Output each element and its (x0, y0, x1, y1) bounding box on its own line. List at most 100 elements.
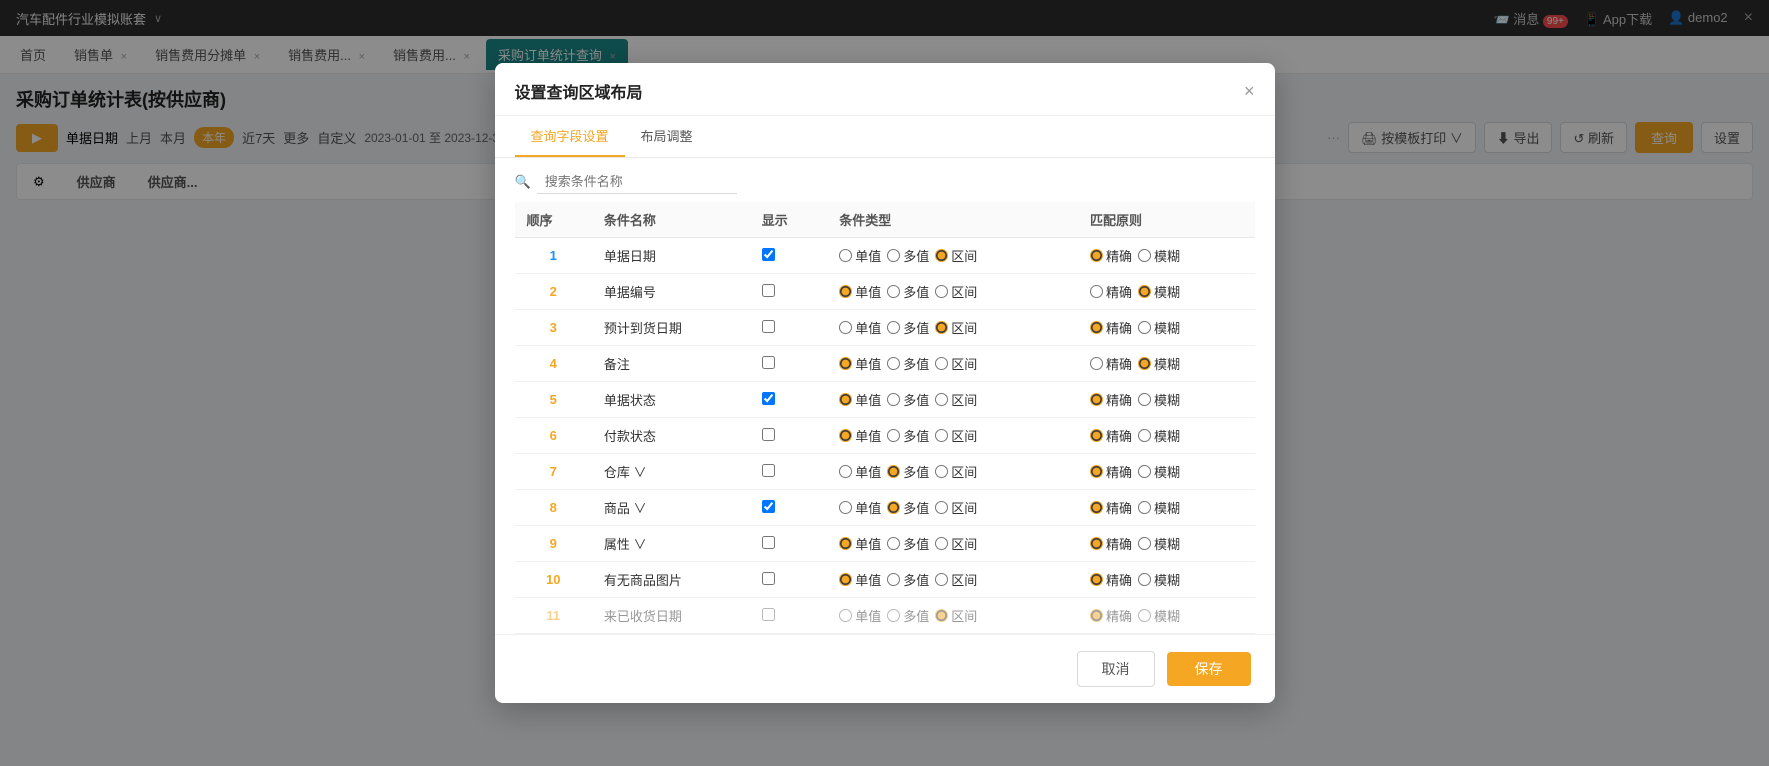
row-name-6: 仓库 ∨ (592, 454, 750, 490)
row-match-10: 精确模糊 (1078, 598, 1255, 634)
row-match-5: 精确模糊 (1078, 418, 1255, 454)
match-option-精确-2[interactable]: 精确 (1090, 318, 1132, 337)
type-option-单值-9[interactable]: 单值 (839, 570, 881, 589)
row-display-7[interactable] (750, 490, 827, 526)
dialog: 设置查询区域布局 × 查询字段设置 布局调整 🔍 顺序 条件名称 显示 条件类型 (495, 63, 1275, 703)
row-display-9[interactable] (750, 562, 827, 598)
match-option-精确-10[interactable]: 精确 (1090, 606, 1132, 625)
display-checkbox-6[interactable] (762, 464, 775, 477)
match-option-模糊-5[interactable]: 模糊 (1138, 426, 1180, 445)
type-option-多值-10[interactable]: 多值 (887, 606, 929, 625)
display-checkbox-10[interactable] (762, 608, 775, 621)
type-option-单值-7[interactable]: 单值 (839, 498, 881, 517)
match-option-模糊-2[interactable]: 模糊 (1138, 318, 1180, 337)
dialog-tab-layout[interactable]: 布局调整 (625, 116, 709, 157)
modal-overlay: 设置查询区域布局 × 查询字段设置 布局调整 🔍 顺序 条件名称 显示 条件类型 (0, 0, 1769, 766)
row-order-5: 6 (515, 418, 592, 454)
display-checkbox-2[interactable] (762, 320, 775, 333)
match-option-模糊-10[interactable]: 模糊 (1138, 606, 1180, 625)
save-btn[interactable]: 保存 (1167, 652, 1251, 686)
type-option-单值-5[interactable]: 单值 (839, 426, 881, 445)
display-checkbox-1[interactable] (762, 284, 775, 297)
row-name-5: 付款状态 (592, 418, 750, 454)
row-display-3[interactable] (750, 346, 827, 382)
display-checkbox-9[interactable] (762, 572, 775, 585)
match-option-模糊-0[interactable]: 模糊 (1138, 246, 1180, 265)
row-display-6[interactable] (750, 454, 827, 490)
match-option-模糊-8[interactable]: 模糊 (1138, 534, 1180, 553)
display-checkbox-8[interactable] (762, 536, 775, 549)
type-option-区间-2[interactable]: 区间 (935, 318, 977, 337)
type-option-多值-0[interactable]: 多值 (887, 246, 929, 265)
match-option-精确-9[interactable]: 精确 (1090, 570, 1132, 589)
type-option-单值-10[interactable]: 单值 (839, 606, 881, 625)
row-display-10[interactable] (750, 598, 827, 634)
row-display-8[interactable] (750, 526, 827, 562)
match-option-模糊-4[interactable]: 模糊 (1138, 390, 1180, 409)
row-display-2[interactable] (750, 310, 827, 346)
match-option-精确-6[interactable]: 精确 (1090, 462, 1132, 481)
match-option-精确-4[interactable]: 精确 (1090, 390, 1132, 409)
type-option-区间-3[interactable]: 区间 (935, 354, 977, 373)
row-match-4: 精确模糊 (1078, 382, 1255, 418)
type-option-多值-8[interactable]: 多值 (887, 534, 929, 553)
type-option-区间-10[interactable]: 区间 (935, 606, 977, 625)
type-option-区间-5[interactable]: 区间 (935, 426, 977, 445)
match-option-模糊-9[interactable]: 模糊 (1138, 570, 1180, 589)
row-name-8: 属性 ∨ (592, 526, 750, 562)
display-checkbox-0[interactable] (762, 248, 775, 261)
match-option-模糊-3[interactable]: 模糊 (1138, 354, 1180, 373)
type-option-单值-8[interactable]: 单值 (839, 534, 881, 553)
row-display-4[interactable] (750, 382, 827, 418)
row-display-0[interactable] (750, 238, 827, 274)
row-type-4: 单值多值区间 (827, 382, 1078, 418)
cancel-btn[interactable]: 取消 (1077, 651, 1155, 687)
type-option-多值-6[interactable]: 多值 (887, 462, 929, 481)
search-input[interactable] (537, 170, 737, 194)
row-display-1[interactable] (750, 274, 827, 310)
type-option-区间-0[interactable]: 区间 (935, 246, 977, 265)
match-option-精确-8[interactable]: 精确 (1090, 534, 1132, 553)
match-option-模糊-6[interactable]: 模糊 (1138, 462, 1180, 481)
type-option-区间-9[interactable]: 区间 (935, 570, 977, 589)
type-option-区间-7[interactable]: 区间 (935, 498, 977, 517)
match-option-精确-7[interactable]: 精确 (1090, 498, 1132, 517)
row-name-10: 来已收货日期 (592, 598, 750, 634)
row-type-2: 单值多值区间 (827, 310, 1078, 346)
type-option-单值-3[interactable]: 单值 (839, 354, 881, 373)
row-name-1: 单据编号 (592, 274, 750, 310)
display-checkbox-7[interactable] (762, 500, 775, 513)
type-option-多值-9[interactable]: 多值 (887, 570, 929, 589)
type-option-多值-1[interactable]: 多值 (887, 282, 929, 301)
type-option-多值-5[interactable]: 多值 (887, 426, 929, 445)
type-option-单值-0[interactable]: 单值 (839, 246, 881, 265)
dialog-close-btn[interactable]: × (1244, 81, 1255, 102)
type-option-区间-1[interactable]: 区间 (935, 282, 977, 301)
row-type-0: 单值多值区间 (827, 238, 1078, 274)
type-option-多值-3[interactable]: 多值 (887, 354, 929, 373)
display-checkbox-5[interactable] (762, 428, 775, 441)
row-order-8: 9 (515, 526, 592, 562)
type-option-单值-6[interactable]: 单值 (839, 462, 881, 481)
type-option-多值-4[interactable]: 多值 (887, 390, 929, 409)
type-option-单值-2[interactable]: 单值 (839, 318, 881, 337)
type-option-单值-1[interactable]: 单值 (839, 282, 881, 301)
match-option-模糊-1[interactable]: 模糊 (1138, 282, 1180, 301)
match-option-精确-5[interactable]: 精确 (1090, 426, 1132, 445)
match-option-模糊-7[interactable]: 模糊 (1138, 498, 1180, 517)
type-option-区间-8[interactable]: 区间 (935, 534, 977, 553)
type-option-多值-7[interactable]: 多值 (887, 498, 929, 517)
match-option-精确-3[interactable]: 精确 (1090, 354, 1132, 373)
type-option-单值-4[interactable]: 单值 (839, 390, 881, 409)
dialog-tab-query-fields[interactable]: 查询字段设置 (515, 116, 625, 157)
match-option-精确-1[interactable]: 精确 (1090, 282, 1132, 301)
display-checkbox-4[interactable] (762, 392, 775, 405)
type-option-多值-2[interactable]: 多值 (887, 318, 929, 337)
col-match: 匹配原则 (1078, 202, 1255, 238)
match-option-精确-0[interactable]: 精确 (1090, 246, 1132, 265)
display-checkbox-3[interactable] (762, 356, 775, 369)
row-display-5[interactable] (750, 418, 827, 454)
type-option-区间-6[interactable]: 区间 (935, 462, 977, 481)
type-option-区间-4[interactable]: 区间 (935, 390, 977, 409)
row-match-0: 精确模糊 (1078, 238, 1255, 274)
